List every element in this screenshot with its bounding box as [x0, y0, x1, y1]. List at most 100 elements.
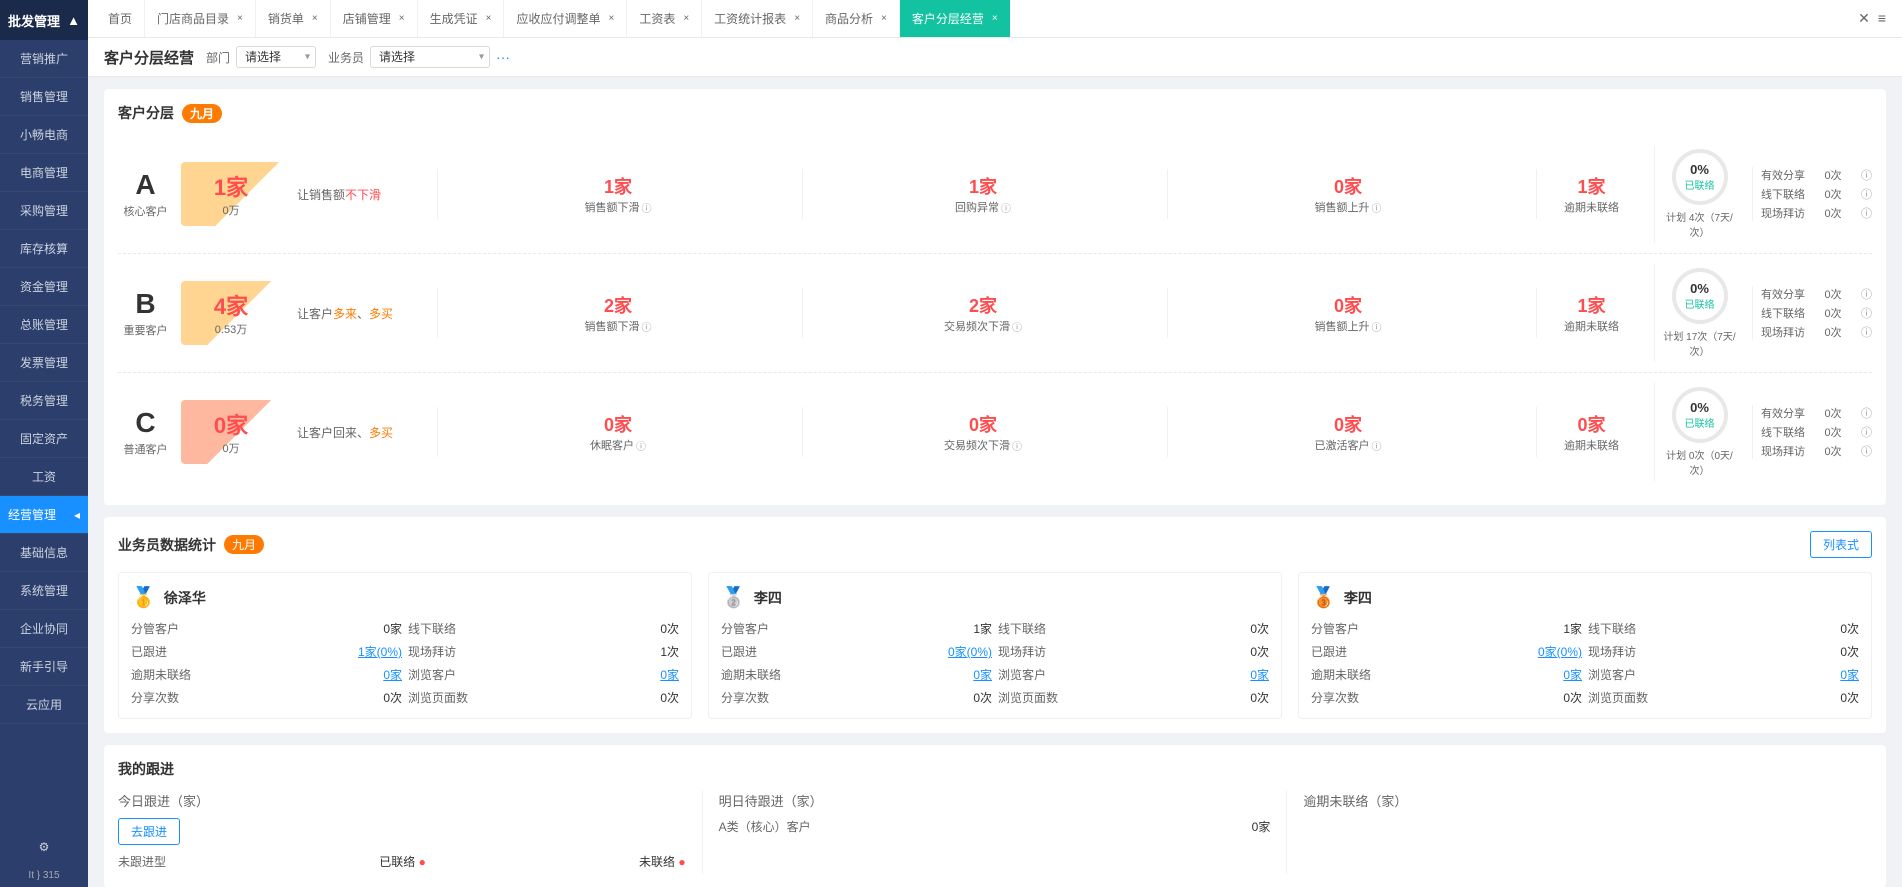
tab-close-店铺管理[interactable]: ×: [399, 13, 405, 24]
sidebar-item-label: 库存核算: [20, 242, 68, 256]
salesman-select-wrap: 请选择: [370, 46, 490, 68]
sidebar-item-label: 总账管理: [20, 318, 68, 332]
tier-right-stats-a: 有效分享 0次 ⓘ 线下联络 0次 ⓘ 现场拜访 0次 ⓘ: [1752, 167, 1872, 221]
staff-name-2: 李四: [1344, 588, 1372, 608]
sidebar-title: 批发管理: [8, 11, 60, 30]
sidebar-item-label: 基础信息: [20, 546, 68, 560]
sidebar-expand-icon: ◂: [74, 508, 80, 522]
tab-close-客户分层[interactable]: ×: [992, 13, 998, 24]
staff-grid: 🥇 徐泽华 分管客户 0家 线下联络 0次 已跟进: [118, 572, 1872, 719]
sidebar-item-label: 采购管理: [20, 204, 68, 218]
sidebar-item-资金管理[interactable]: 资金管理: [0, 268, 88, 306]
sidebar-item-固定资产[interactable]: 固定资产: [0, 420, 88, 458]
sidebar-item-工资[interactable]: 工资: [0, 458, 88, 496]
customer-tier-section: 客户分层 九月 A 核心客户 1家 0万 让销售额不下滑: [104, 89, 1886, 505]
followup-section: 我的跟进 今日跟进（家） 去跟进 未跟进型 已联络 ● 未联络 ● 明日待跟进（…: [104, 745, 1886, 887]
tab-工资表[interactable]: 工资表 ×: [627, 0, 702, 38]
tab-close-商品分析[interactable]: ×: [881, 13, 887, 24]
tab-close-应收应付[interactable]: ×: [608, 13, 614, 24]
sidebar-item-电商管理[interactable]: 电商管理: [0, 154, 88, 192]
tab-应收应付调整单[interactable]: 应收应付调整单 ×: [504, 0, 627, 38]
tab-close-all-icon[interactable]: ✕: [1858, 10, 1870, 27]
settings-icon: ⚙: [39, 840, 50, 854]
content-area: 客户分层 九月 A 核心客户 1家 0万 让销售额不下滑: [88, 77, 1902, 887]
stat-分享次数-1: 分享次数 0次: [721, 689, 992, 706]
sidebar-item-企业协同[interactable]: 企业协同: [0, 610, 88, 648]
stat-逾期未联络-1: 逾期未联络 0家: [721, 666, 992, 683]
stat-逾期未联络-2: 逾期未联络 0家: [1311, 666, 1582, 683]
tab-menu-icon[interactable]: ≡: [1878, 10, 1886, 27]
staff-card-1: 🥈 李四 分管客户 1家 线下联络 0次 已跟进: [708, 572, 1282, 719]
stat-分享次数-2: 分享次数 0次: [1311, 689, 1582, 706]
dept-select[interactable]: 请选择: [236, 46, 316, 68]
salesman-select[interactable]: 请选择: [370, 46, 490, 68]
stat-已跟进-0: 已跟进 1家(0%): [131, 643, 402, 660]
stat-浏览页面数-1: 浏览页面数 0次: [998, 689, 1269, 706]
metric-b-3: 0家 销售额上升 ⓘ: [1167, 288, 1528, 338]
sidebar-item-税务管理[interactable]: 税务管理: [0, 382, 88, 420]
tab-首页[interactable]: 首页: [96, 0, 145, 38]
tab-close-生成凭证[interactable]: ×: [486, 13, 492, 24]
sidebar-collapse-icon[interactable]: ▲: [67, 13, 80, 28]
tab-商品分析[interactable]: 商品分析 ×: [813, 0, 900, 38]
tab-close-工资表[interactable]: ×: [683, 13, 689, 24]
sidebar-item-小畅电商[interactable]: 小畅电商: [0, 116, 88, 154]
circle-chart-a: 0% 已联络: [1672, 149, 1728, 205]
list-view-button[interactable]: 列表式: [1810, 531, 1872, 558]
stat-分管客户-0: 分管客户 0家: [131, 620, 402, 637]
staff-section-title: 业务员数据统计: [118, 535, 216, 555]
stat-线下联络-0: 线下联络 0次: [408, 620, 679, 637]
stat-现场拜访-2: 现场拜访 0次: [1588, 643, 1859, 660]
sidebar-item-经营管理[interactable]: 经营管理 ◂: [0, 496, 88, 534]
sidebar-item-销售管理[interactable]: 销售管理: [0, 78, 88, 116]
staff-card-0: 🥇 徐泽华 分管客户 0家 线下联络 0次 已跟进: [118, 572, 692, 719]
staff-stats-section: 业务员数据统计 九月 列表式 🥇 徐泽华 分管客户 0家: [104, 517, 1886, 733]
staff-section-badge: 九月: [224, 535, 264, 554]
dept-label: 部门: [206, 49, 230, 66]
tab-客户分层经营[interactable]: 客户分层经营 ×: [900, 0, 1011, 38]
followup-title: 我的跟进: [118, 759, 1872, 779]
followup-tomorrow-row-1: A类（核心）客户 0家: [719, 818, 1271, 835]
tier-right-stats-b: 有效分享 0次 ⓘ 线下联络 0次 ⓘ 现场拜访 0次 ⓘ: [1752, 286, 1872, 340]
sidebar-item-库存核算[interactable]: 库存核算: [0, 230, 88, 268]
sidebar-item-发票管理[interactable]: 发票管理: [0, 344, 88, 382]
sidebar-item-新手引导[interactable]: 新手引导: [0, 648, 88, 686]
metric-a-2: 1家 回购异常 ⓘ: [802, 169, 1163, 219]
tab-店铺管理[interactable]: 店铺管理 ×: [331, 0, 418, 38]
sidebar-item-label: 电商管理: [20, 166, 68, 180]
tab-生成凭证[interactable]: 生成凭证 ×: [418, 0, 505, 38]
sidebar: 批发管理 ▲ 营销推广 销售管理 小畅电商 电商管理 采购管理 库存核算 资金管…: [0, 0, 88, 887]
tab-close-工资统计[interactable]: ×: [794, 13, 800, 24]
stat-分管客户-2: 分管客户 1家: [1311, 620, 1582, 637]
followup-today-row-1: 未跟进型 已联络 ● 未联络 ●: [118, 853, 686, 870]
filter-more-icon[interactable]: ···: [496, 49, 510, 65]
staff-card-2: 🥉 李四 分管客户 1家 线下联络 0次 已跟进: [1298, 572, 1872, 719]
go-followup-button[interactable]: 去跟进: [118, 818, 180, 845]
metric-b-1: 2家 销售额下滑 ⓘ: [437, 288, 798, 338]
tab-门店商品目录[interactable]: 门店商品目录 ×: [145, 0, 256, 38]
sidebar-item-采购管理[interactable]: 采购管理: [0, 192, 88, 230]
stat-现场拜访-0: 现场拜访 1次: [408, 643, 679, 660]
tier-label-a: A 核心客户: [118, 169, 173, 219]
sidebar-item-营销推广[interactable]: 营销推广: [0, 40, 88, 78]
sidebar-item-基础信息[interactable]: 基础信息: [0, 534, 88, 572]
tab-close-销货单[interactable]: ×: [312, 13, 318, 24]
tab-销货单[interactable]: 销货单 ×: [256, 0, 331, 38]
sidebar-item-系统管理[interactable]: 系统管理: [0, 572, 88, 610]
metric-a-3: 0家 销售额上升 ⓘ: [1167, 169, 1528, 219]
metric-c-2: 0家 交易频次下滑 ⓘ: [802, 407, 1163, 457]
settings-button[interactable]: ⚙: [0, 830, 88, 864]
sidebar-item-总账管理[interactable]: 总账管理: [0, 306, 88, 344]
tab-close-门店商品目录[interactable]: ×: [237, 13, 243, 24]
sidebar-item-云应用[interactable]: 云应用: [0, 686, 88, 724]
metric-b-2: 2家 交易频次下滑 ⓘ: [802, 288, 1163, 338]
tier-right-stats-c: 有效分享 0次 ⓘ 线下联络 0次 ⓘ 现场拜访 0次 ⓘ: [1752, 405, 1872, 459]
sidebar-item-label: 固定资产: [20, 432, 68, 446]
tab-工资统计报表[interactable]: 工资统计报表 ×: [702, 0, 813, 38]
stat-浏览客户-0: 浏览客户 0家: [408, 666, 679, 683]
sidebar-item-label: 企业协同: [20, 622, 68, 636]
page-title: 客户分层经营: [104, 47, 194, 68]
version-text: It } 315: [0, 864, 88, 887]
stat-线下联络-2: 线下联络 0次: [1588, 620, 1859, 637]
sidebar-item-label: 工资: [32, 470, 56, 484]
